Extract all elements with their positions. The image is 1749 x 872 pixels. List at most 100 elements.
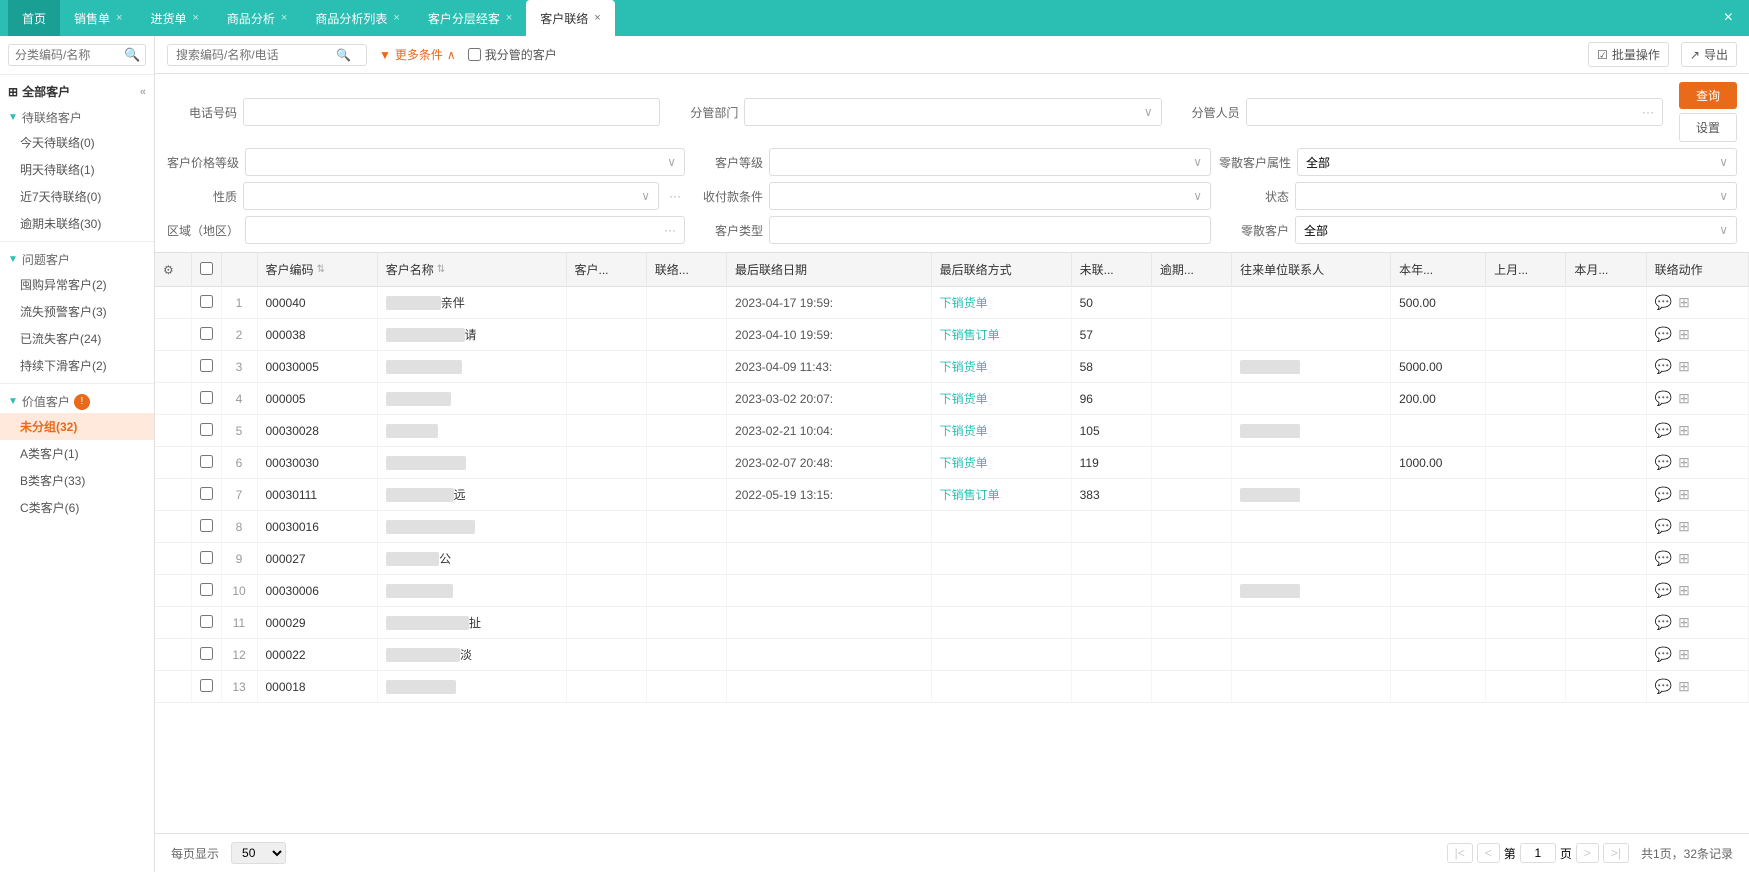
sidebar-item-overdue-pending[interactable]: 逾期未联络(30) — [0, 210, 154, 237]
sidebar-search-input[interactable] — [8, 44, 146, 66]
nav-tab-product-analysis-close[interactable]: × — [281, 12, 287, 24]
nav-tab-sales-close[interactable]: × — [116, 12, 122, 24]
filter-payment-select[interactable]: ∨ — [769, 182, 1211, 210]
sidebar-item-c-class[interactable]: C类客户(6) — [0, 494, 154, 521]
contact-icon[interactable]: 💬 — [1655, 550, 1672, 567]
more-icon[interactable]: ⊞ — [1678, 454, 1690, 471]
filter-dots-1[interactable]: ··· — [665, 189, 685, 203]
more-icon[interactable]: ⊞ — [1678, 358, 1690, 375]
filter-more-conditions[interactable]: ▼ 更多条件 ∧ — [379, 46, 456, 63]
row-checkbox[interactable] — [200, 519, 213, 532]
more-icon[interactable]: ⊞ — [1678, 422, 1690, 439]
nav-tab-home[interactable]: 首页 — [8, 0, 60, 36]
more-icon[interactable]: ⊞ — [1678, 646, 1690, 663]
sidebar-item-7days-pending[interactable]: 近7天待联络(0) — [0, 183, 154, 210]
row-checkbox[interactable] — [200, 647, 213, 660]
filter-retail-attr-select[interactable]: 全部 ∨ — [1297, 148, 1737, 176]
contact-icon[interactable]: 💬 — [1655, 614, 1672, 631]
per-page-select[interactable]: 50 100 200 — [231, 842, 286, 864]
more-icon[interactable]: ⊞ — [1678, 550, 1690, 567]
more-icon[interactable]: ⊞ — [1678, 294, 1690, 311]
more-icon[interactable]: ⊞ — [1678, 390, 1690, 407]
last-method-link[interactable]: 下销货单 — [940, 424, 988, 438]
contact-icon[interactable]: 💬 — [1655, 326, 1672, 343]
contact-icon[interactable]: 💬 — [1655, 486, 1672, 503]
sidebar-group-problem-customers[interactable]: ▼ 问题客户 — [0, 246, 154, 271]
sidebar-group-pending-contact[interactable]: ▼ 待联络客户 — [0, 104, 154, 129]
sidebar-item-b-class[interactable]: B类客户(33) — [0, 467, 154, 494]
row-checkbox[interactable] — [200, 359, 213, 372]
filter-price-level-select[interactable]: ∨ — [245, 148, 685, 176]
filter-status-select[interactable]: ∨ — [1295, 182, 1737, 210]
contact-icon[interactable]: 💬 — [1655, 646, 1672, 663]
last-method-link[interactable]: 下销货单 — [940, 360, 988, 374]
nav-tab-customer-segment[interactable]: 客户分层经客 × — [414, 0, 526, 36]
sidebar-item-declining[interactable]: 持续下滑客户(2) — [0, 352, 154, 379]
sidebar-item-tomorrow-pending[interactable]: 明天待联络(1) — [0, 156, 154, 183]
settings-icon[interactable]: ⚙ — [163, 263, 174, 277]
nav-tab-customer-segment-close[interactable]: × — [506, 12, 512, 24]
filter-manager-select[interactable]: ··· — [1246, 98, 1663, 126]
sidebar-group-value-customers[interactable]: ▼ 价值客户 ! — [0, 388, 154, 413]
contact-icon[interactable]: 💬 — [1655, 518, 1672, 535]
sort-icon-2[interactable]: ⇅ — [437, 264, 445, 275]
export-button[interactable]: ↗ 导出 — [1681, 42, 1737, 67]
nav-tab-product-analysis-list[interactable]: 商品分析列表 × — [301, 0, 413, 36]
contact-icon[interactable]: 💬 — [1655, 358, 1672, 375]
filter-my-customers[interactable]: 我分管的客户 — [468, 46, 557, 63]
sidebar-item-ungrouped[interactable]: 未分组(32) — [0, 413, 154, 440]
filter-customer-type-select[interactable] — [769, 216, 1211, 244]
row-checkbox[interactable] — [200, 487, 213, 500]
row-checkbox[interactable] — [200, 615, 213, 628]
filter-nature-select[interactable]: ∨ — [243, 182, 659, 210]
reset-button[interactable]: 设置 — [1679, 113, 1737, 142]
row-checkbox[interactable] — [200, 391, 213, 404]
more-icon[interactable]: ⊞ — [1678, 678, 1690, 695]
last-method-link[interactable]: 下销货单 — [940, 296, 988, 310]
nav-tab-customer-contact-close[interactable]: × — [594, 12, 600, 24]
nav-tab-product-analysis-list-close[interactable]: × — [393, 12, 399, 24]
row-checkbox[interactable] — [200, 327, 213, 340]
contact-icon[interactable]: 💬 — [1655, 294, 1672, 311]
filter-region-select[interactable]: ··· — [245, 216, 685, 244]
nav-tab-purchase[interactable]: 进货单 × — [136, 0, 212, 36]
nav-tab-product-analysis[interactable]: 商品分析 × — [213, 0, 301, 36]
more-icon[interactable]: ⊞ — [1678, 326, 1690, 343]
batch-action-button[interactable]: ☑ 批量操作 — [1588, 42, 1669, 67]
query-button[interactable]: 查询 — [1679, 82, 1737, 109]
contact-icon[interactable]: 💬 — [1655, 422, 1672, 439]
last-method-link[interactable]: 下销货单 — [940, 456, 988, 470]
row-checkbox[interactable] — [200, 455, 213, 468]
sidebar-item-a-class[interactable]: A类客户(1) — [0, 440, 154, 467]
more-icon[interactable]: ⊞ — [1678, 518, 1690, 535]
nav-tab-customer-contact[interactable]: 客户联络 × — [526, 0, 614, 36]
sidebar-item-today-pending[interactable]: 今天待联络(0) — [0, 129, 154, 156]
row-checkbox[interactable] — [200, 551, 213, 564]
contact-icon[interactable]: 💬 — [1655, 678, 1672, 695]
last-method-link[interactable]: 下销货单 — [940, 392, 988, 406]
window-close-button[interactable]: × — [1716, 5, 1741, 31]
filter-search-input[interactable] — [176, 48, 336, 62]
last-method-link[interactable]: 下销售订单 — [940, 488, 1000, 502]
prev-page-button[interactable]: < — [1477, 843, 1500, 863]
more-icon[interactable]: ⊞ — [1678, 614, 1690, 631]
first-page-button[interactable]: |< — [1447, 843, 1473, 863]
filter-dept-select[interactable]: ∨ — [744, 98, 1161, 126]
sidebar-collapse-icon[interactable]: « — [140, 86, 146, 98]
contact-icon[interactable]: 💬 — [1655, 390, 1672, 407]
nav-tab-sales[interactable]: 销售单 × — [60, 0, 136, 36]
more-icon[interactable]: ⊞ — [1678, 582, 1690, 599]
row-checkbox[interactable] — [200, 295, 213, 308]
filter-retail-customer-select[interactable]: 全部 ∨ — [1295, 216, 1737, 244]
row-checkbox[interactable] — [200, 679, 213, 692]
filter-customer-level-select[interactable]: ∨ — [769, 148, 1211, 176]
contact-icon[interactable]: 💬 — [1655, 454, 1672, 471]
row-checkbox[interactable] — [200, 423, 213, 436]
my-customers-checkbox[interactable] — [468, 48, 481, 61]
nav-tab-purchase-close[interactable]: × — [192, 12, 198, 24]
sidebar-all-customers[interactable]: ⊞全部客户 « — [0, 75, 154, 104]
contact-icon[interactable]: 💬 — [1655, 582, 1672, 599]
last-method-link[interactable]: 下销售订单 — [940, 328, 1000, 342]
next-page-button[interactable]: > — [1576, 843, 1599, 863]
filter-phone-input[interactable] — [243, 98, 660, 126]
